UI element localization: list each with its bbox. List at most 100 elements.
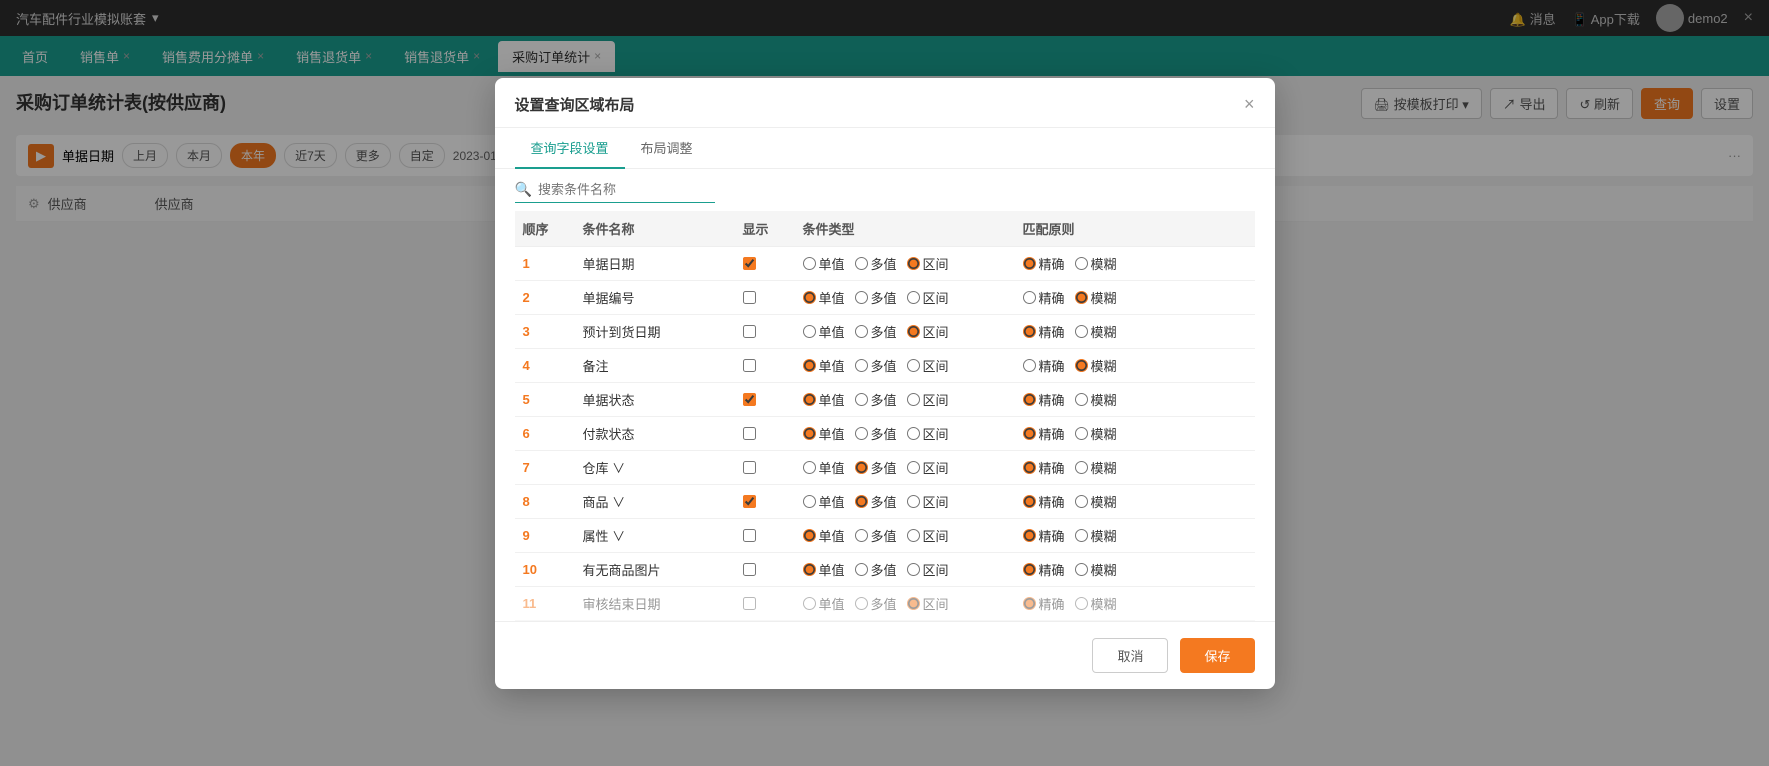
table-row: 8 商品 ∨ 单值 多值 区间 精确 模糊 [515, 485, 1255, 519]
modal-overlay: 设置查询区域布局 × 查询字段设置 布局调整 🔍 顺序 条件名称 显示 条件类型… [0, 0, 1769, 766]
radio-fuzzy-11[interactable] [1075, 597, 1088, 610]
row-order: 4 [523, 358, 530, 373]
dialog-search: 🔍 [495, 169, 1275, 211]
search-input[interactable] [538, 182, 708, 197]
radio-single-3[interactable] [803, 325, 816, 338]
radio-exact-6[interactable] [1023, 427, 1036, 440]
radio-multi-1[interactable] [855, 257, 868, 270]
row-display-check[interactable] [743, 359, 756, 372]
radio-exact-10[interactable] [1023, 563, 1036, 576]
radio-range-6[interactable] [907, 427, 920, 440]
radio-exact-8[interactable] [1023, 495, 1036, 508]
row-order: 6 [523, 426, 530, 441]
radio-range-3[interactable] [907, 325, 920, 338]
dialog-close-btn[interactable]: × [1244, 95, 1255, 113]
table-row: 1 单据日期 单值 多值 区间 精确 模糊 [515, 247, 1255, 281]
radio-single-11[interactable] [803, 597, 816, 610]
row-display-check[interactable] [743, 597, 756, 610]
radio-multi-2[interactable] [855, 291, 868, 304]
radio-single-6[interactable] [803, 427, 816, 440]
radio-single-4[interactable] [803, 359, 816, 372]
row-display-check[interactable] [743, 529, 756, 542]
radio-exact-11[interactable] [1023, 597, 1036, 610]
row-match-group: 精确 模糊 [1015, 390, 1195, 409]
radio-multi-6[interactable] [855, 427, 868, 440]
radio-range-11[interactable] [907, 597, 920, 610]
cancel-button[interactable]: 取消 [1092, 638, 1168, 673]
radio-fuzzy-1[interactable] [1075, 257, 1088, 270]
radio-multi-3[interactable] [855, 325, 868, 338]
radio-range-5[interactable] [907, 393, 920, 406]
radio-range-8[interactable] [907, 495, 920, 508]
radio-fuzzy-7[interactable] [1075, 461, 1088, 474]
row-type-group: 单值 多值 区间 [795, 356, 1015, 375]
radio-fuzzy-4[interactable] [1075, 359, 1088, 372]
row-display-check[interactable] [743, 291, 756, 304]
radio-exact-3[interactable] [1023, 325, 1036, 338]
dialog-tab-fields[interactable]: 查询字段设置 [515, 128, 625, 169]
radio-exact-9[interactable] [1023, 529, 1036, 542]
radio-exact-5[interactable] [1023, 393, 1036, 406]
radio-range-2[interactable] [907, 291, 920, 304]
radio-range-1[interactable] [907, 257, 920, 270]
radio-range-10[interactable] [907, 563, 920, 576]
radio-multi-9[interactable] [855, 529, 868, 542]
radio-multi-10[interactable] [855, 563, 868, 576]
dialog-table: 顺序 条件名称 显示 条件类型 匹配原则 1 单据日期 单值 多值 区间 精确 … [495, 211, 1275, 621]
radio-multi-8[interactable] [855, 495, 868, 508]
row-match-group: 精确 模糊 [1015, 424, 1195, 443]
row-order: 7 [523, 460, 530, 475]
radio-exact-1[interactable] [1023, 257, 1036, 270]
row-order: 11 [523, 596, 537, 611]
table-row: 10 有无商品图片 单值 多值 区间 精确 模糊 [515, 553, 1255, 587]
radio-multi-5[interactable] [855, 393, 868, 406]
radio-single-7[interactable] [803, 461, 816, 474]
radio-fuzzy-5[interactable] [1075, 393, 1088, 406]
row-type-group: 单值 多值 区间 [795, 458, 1015, 477]
save-button[interactable]: 保存 [1180, 638, 1254, 673]
radio-single-8[interactable] [803, 495, 816, 508]
radio-fuzzy-6[interactable] [1075, 427, 1088, 440]
radio-single-2[interactable] [803, 291, 816, 304]
row-display-check[interactable] [743, 461, 756, 474]
table-row: 9 属性 ∨ 单值 多值 区间 精确 模糊 [515, 519, 1255, 553]
row-display-check[interactable] [743, 325, 756, 338]
row-display-check[interactable] [743, 427, 756, 440]
row-type-group: 单值 多值 区间 [795, 560, 1015, 579]
dialog-tab-layout[interactable]: 布局调整 [625, 128, 709, 169]
radio-fuzzy-10[interactable] [1075, 563, 1088, 576]
radio-fuzzy-2[interactable] [1075, 291, 1088, 304]
table-row: 4 备注 单值 多值 区间 精确 模糊 [515, 349, 1255, 383]
radio-fuzzy-3[interactable] [1075, 325, 1088, 338]
row-type-group: 单值 多值 区间 [795, 390, 1015, 409]
search-box: 🔍 [515, 181, 715, 203]
table-row: 3 预计到货日期 单值 多值 区间 精确 模糊 [515, 315, 1255, 349]
col-name: 条件名称 [575, 219, 735, 238]
radio-exact-2[interactable] [1023, 291, 1036, 304]
radio-single-10[interactable] [803, 563, 816, 576]
radio-multi-11[interactable] [855, 597, 868, 610]
row-name: 有无商品图片 [575, 560, 735, 579]
row-display-check[interactable] [743, 257, 756, 270]
radio-fuzzy-9[interactable] [1075, 529, 1088, 542]
row-match-group: 精确 模糊 [1015, 594, 1195, 613]
row-name: 商品 ∨ [575, 492, 735, 511]
radio-range-9[interactable] [907, 529, 920, 542]
radio-single-5[interactable] [803, 393, 816, 406]
radio-exact-4[interactable] [1023, 359, 1036, 372]
radio-range-4[interactable] [907, 359, 920, 372]
radio-single-1[interactable] [803, 257, 816, 270]
radio-single-9[interactable] [803, 529, 816, 542]
radio-multi-7[interactable] [855, 461, 868, 474]
row-match-group: 精确 模糊 [1015, 356, 1195, 375]
row-name: 审核结束日期 [575, 594, 735, 613]
dialog: 设置查询区域布局 × 查询字段设置 布局调整 🔍 顺序 条件名称 显示 条件类型… [495, 78, 1275, 689]
radio-exact-7[interactable] [1023, 461, 1036, 474]
radio-multi-4[interactable] [855, 359, 868, 372]
row-type-group: 单值 多值 区间 [795, 492, 1015, 511]
row-display-check[interactable] [743, 393, 756, 406]
radio-range-7[interactable] [907, 461, 920, 474]
radio-fuzzy-8[interactable] [1075, 495, 1088, 508]
row-display-check[interactable] [743, 563, 756, 576]
row-display-check[interactable] [743, 495, 756, 508]
